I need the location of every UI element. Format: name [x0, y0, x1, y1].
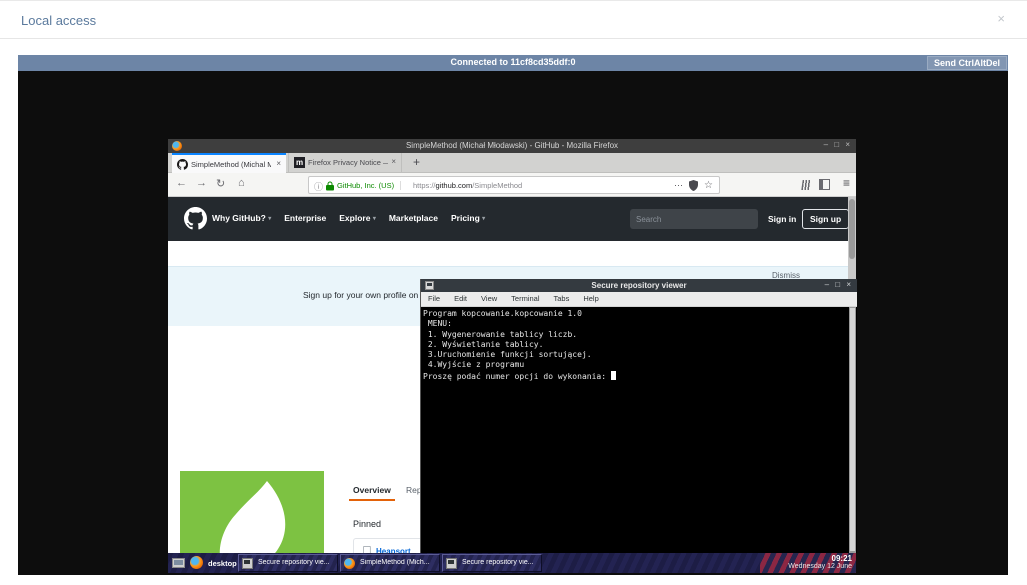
menu-icon[interactable]: ≡: [843, 176, 850, 190]
github-logo-icon[interactable]: [184, 207, 207, 230]
remote-screen[interactable]: SimpleMethod (Michał Młodawski) - GitHub…: [18, 71, 1008, 575]
viewer-status-bar: Connected to 11cf8cd35ddf:0 Send CtrlAlt…: [18, 55, 1008, 71]
repo-icon: [363, 546, 371, 553]
firefox-titlebar[interactable]: SimpleMethod (Michał Młodawski) - GitHub…: [168, 139, 856, 153]
terminal-window: Secure repository viewer – □ × File Edit…: [420, 279, 857, 553]
text-cursor: [610, 370, 616, 380]
search-input[interactable]: [630, 209, 758, 229]
terminal-icon: [446, 558, 457, 569]
firefox-tabbar: SimpleMethod (Michal Młod × m Firefox Pr…: [168, 153, 856, 173]
tab-simplemethod[interactable]: SimpleMethod (Michal Młod ×: [172, 153, 286, 173]
chevron-down-icon: ▾: [482, 216, 486, 222]
local-access-header: Local access ×: [0, 0, 1027, 39]
firefox-icon: [344, 558, 355, 569]
terminal-line: 3.Uruchomienie funkcji sortującej.: [423, 350, 592, 360]
page-title: Local access: [21, 13, 97, 28]
connection-status: Connected to 11cf8cd35ddf:0: [450, 57, 576, 67]
taskbar: desktop 1 Secure repository vie... Simpl…: [168, 553, 856, 573]
bookmark-star-icon[interactable]: ☆: [704, 180, 713, 191]
back-icon[interactable]: ←: [176, 177, 187, 189]
terminal-line: 2. Wyświetlanie tablicy.: [423, 339, 544, 349]
chevron-down-icon: ▾: [372, 216, 376, 222]
lock-icon: [326, 181, 334, 191]
reload-icon[interactable]: ↻: [216, 177, 225, 190]
terminal-icon: [242, 558, 253, 569]
clock-time: 09:21: [831, 554, 852, 563]
tab-overview[interactable]: Overview: [349, 485, 395, 501]
sign-up-button[interactable]: Sign up: [802, 209, 850, 229]
tab-label: SimpleMethod (Michal Młod: [191, 160, 271, 169]
firefox-launcher-icon[interactable]: [190, 556, 203, 569]
pinned-heading: Pinned: [353, 519, 382, 529]
menu-tabs[interactable]: Tabs: [554, 294, 570, 306]
task-button-terminal-1[interactable]: Secure repository vie...: [238, 554, 338, 572]
close-icon[interactable]: ×: [997, 11, 1005, 26]
terminal-line: 1. Wygenerowanie tablicy liczb.: [423, 329, 578, 339]
task-button-firefox[interactable]: SimpleMethod (Mich...: [340, 554, 440, 572]
scrollbar-thumb[interactable]: [849, 199, 855, 259]
new-tab-button[interactable]: +: [413, 155, 420, 169]
menu-file[interactable]: File: [428, 294, 440, 306]
window-controls[interactable]: – □ ×: [825, 280, 853, 289]
terminal-output[interactable]: Program kopcowanie.kopcowanie 1.0 MENU: …: [421, 307, 857, 553]
menu-edit[interactable]: Edit: [454, 294, 467, 306]
terminal-titlebar[interactable]: Secure repository viewer – □ ×: [421, 279, 857, 292]
mozilla-favicon: m: [294, 157, 305, 168]
home-icon[interactable]: ⌂: [238, 177, 245, 189]
forward-icon[interactable]: →: [196, 177, 207, 189]
terminal-prompt: Proszę podać numer opcji do wykonania:: [423, 370, 857, 382]
info-icon[interactable]: ⓘ: [314, 180, 323, 193]
clock-date: Wednesday 12 June: [788, 563, 852, 570]
remote-viewer: Connected to 11cf8cd35ddf:0 Send CtrlAlt…: [18, 55, 1008, 575]
github-nav: Why GitHub? ▾ Enterprise Explore ▾ Marke…: [212, 213, 485, 223]
library-icon[interactable]: [801, 180, 813, 190]
nav-pricing[interactable]: Pricing ▾: [451, 213, 485, 223]
chevron-down-icon: ▾: [268, 216, 272, 222]
sidebar-icon[interactable]: [819, 179, 830, 190]
task-button-terminal-2[interactable]: Secure repository vie...: [442, 554, 542, 572]
terminal-line: Program kopcowanie.kopcowanie 1.0: [423, 309, 582, 318]
firefox-navbar: ← → ↻ ⌂ ⓘ GitHub, Inc. (US) https://gith…: [168, 173, 856, 197]
sign-in-link[interactable]: Sign in: [768, 214, 796, 224]
menu-help[interactable]: Help: [583, 294, 598, 306]
nav-marketplace[interactable]: Marketplace: [389, 213, 438, 223]
tab-label: Firefox Privacy Notice — Mo: [308, 158, 388, 167]
url-bar[interactable]: ⓘ GitHub, Inc. (US) https://github.com/S…: [308, 176, 720, 194]
profile-avatar[interactable]: [180, 471, 324, 553]
flame-logo-icon: [219, 481, 286, 553]
tab-close-icon[interactable]: ×: [276, 159, 281, 168]
menu-view[interactable]: View: [481, 294, 497, 306]
github-header: Why GitHub? ▾ Enterprise Explore ▾ Marke…: [168, 197, 856, 241]
scrollbar-thumb[interactable]: [850, 308, 855, 551]
terminal-title: Secure repository viewer: [591, 281, 687, 290]
terminal-scrollbar[interactable]: [849, 307, 856, 553]
terminal-menubar: File Edit View Terminal Tabs Help: [421, 292, 857, 307]
banner-message: Sign up for your own profile on GitH: [303, 290, 438, 300]
site-identity[interactable]: GitHub, Inc. (US): [337, 181, 402, 190]
tab-close-icon[interactable]: ×: [391, 157, 396, 166]
send-ctrl-alt-del-button[interactable]: Send CtrlAltDel: [926, 56, 1007, 70]
nav-enterprise[interactable]: Enterprise: [284, 213, 326, 223]
tab-privacy-notice[interactable]: m Firefox Privacy Notice — Mo ×: [288, 153, 402, 173]
firefox-window-title: SimpleMethod (Michał Młodawski) - GitHub…: [405, 141, 619, 150]
window-controls[interactable]: – □ ×: [824, 140, 852, 149]
github-favicon: [177, 159, 188, 170]
menu-terminal[interactable]: Terminal: [511, 294, 539, 306]
url-text[interactable]: https://github.com/SimpleMethod: [413, 181, 522, 190]
nav-explore[interactable]: Explore ▾: [339, 213, 376, 223]
terminal-line: MENU:: [423, 319, 452, 329]
terminal-line: 4.Wyjście z programu: [423, 360, 525, 370]
nav-why-github[interactable]: Why GitHub? ▾: [212, 213, 271, 223]
show-desktop-icon[interactable]: [172, 558, 185, 568]
shield-icon[interactable]: [689, 180, 698, 191]
page-actions-icon[interactable]: ⋯: [674, 180, 683, 191]
remote-desktop: SimpleMethod (Michał Młodawski) - GitHub…: [168, 139, 857, 573]
